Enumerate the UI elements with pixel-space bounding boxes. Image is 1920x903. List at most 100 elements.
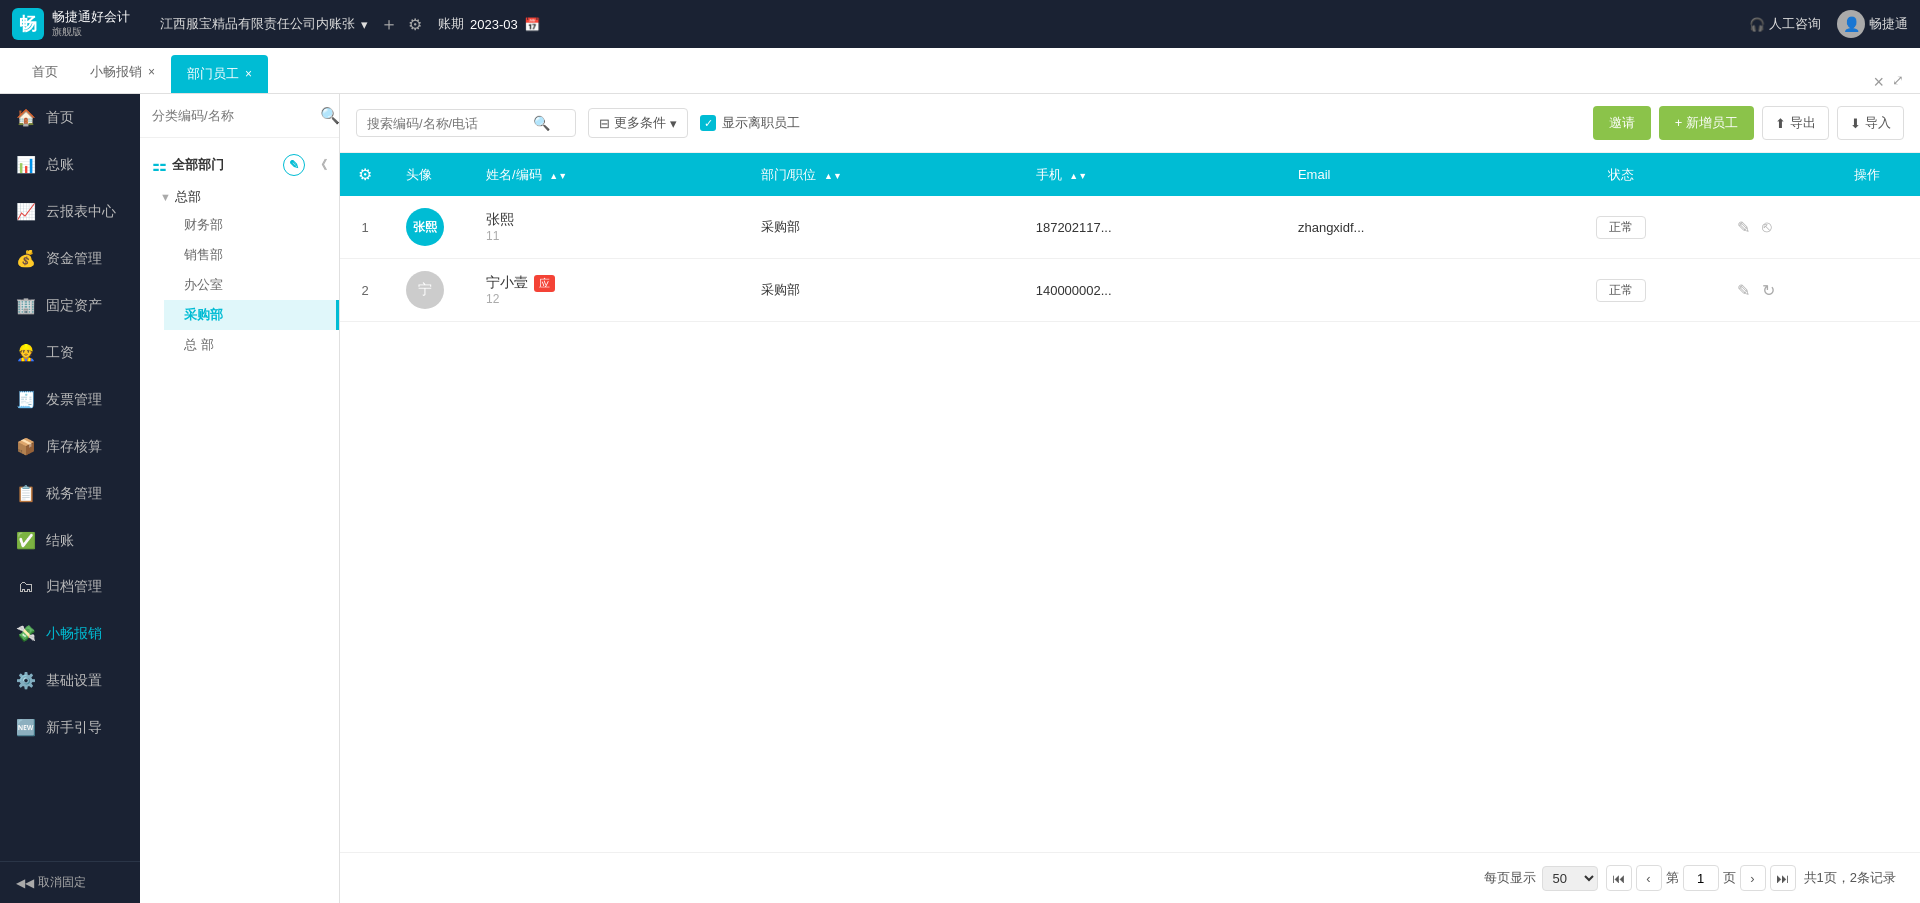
content-area: 🔍 ⚏ 全部部门 ✎ 《 ▼ 总部 财务部 销售部	[140, 94, 1920, 903]
headset-icon: 🎧	[1749, 17, 1765, 32]
sort-dept-icon: ▲▼	[824, 172, 842, 181]
consult-button[interactable]: 🎧 人工咨询	[1749, 15, 1821, 33]
search-icon[interactable]: 🔍	[533, 115, 550, 131]
page-input[interactable]	[1683, 865, 1719, 891]
pagination: 每页显示 50 20 100 ⏮ ‹ 第 页 › ⏭ 共1页，2条记录	[340, 852, 1920, 903]
nav-reports[interactable]: 📈 云报表中心	[0, 188, 140, 235]
row-name: 张熙 11	[470, 196, 745, 259]
add-employee-button[interactable]: + 新增员工	[1659, 106, 1754, 140]
nav-guide[interactable]: 🆕 新手引导	[0, 704, 140, 751]
tab-expense-close[interactable]: ×	[148, 65, 155, 79]
ledger-icon: 📊	[16, 155, 36, 174]
col-phone[interactable]: 手机 ▲▼	[1020, 153, 1282, 196]
col-dept[interactable]: 部门/职位 ▲▼	[745, 153, 1020, 196]
nav-tax[interactable]: 📋 税务管理	[0, 470, 140, 517]
dept-sub-tree: ▼ 总部 财务部 销售部 办公室 采购部 总 部	[140, 184, 339, 360]
resigned-checkbox[interactable]: ✓	[700, 115, 716, 131]
row-dept: 采购部	[745, 259, 1020, 322]
window-controls: × ⤢	[1873, 72, 1904, 93]
nav-settings[interactable]: ⚙️ 基础设置	[0, 657, 140, 704]
next-page-button[interactable]: ›	[1740, 865, 1766, 891]
row-status: 正常	[1521, 259, 1720, 322]
tab-employee-close[interactable]: ×	[245, 67, 252, 81]
per-page-select[interactable]: 50 20 100	[1542, 866, 1598, 891]
dept-item-finance[interactable]: 财务部	[164, 210, 339, 240]
col-name[interactable]: 姓名/编码 ▲▼	[470, 153, 745, 196]
dept-search-area: 🔍	[140, 94, 339, 138]
dept-search-icon[interactable]: 🔍	[320, 106, 340, 125]
dept-panel: 🔍 ⚏ 全部部门 ✎ 《 ▼ 总部 财务部 销售部	[140, 94, 340, 903]
import-button[interactable]: ⬇ 导入	[1837, 106, 1904, 140]
edit-icon[interactable]: ✎	[1737, 281, 1750, 300]
user-area[interactable]: 👤 畅捷通	[1837, 10, 1908, 38]
dept-item-purchase[interactable]: 采购部	[164, 300, 339, 330]
table-row: 1 张熙 张熙 11	[340, 196, 1920, 259]
tax-icon: 📋	[16, 484, 36, 503]
nav-invoice[interactable]: 🧾 发票管理	[0, 376, 140, 423]
col-status: 状态	[1521, 153, 1720, 196]
import-icon: ⬇	[1850, 116, 1861, 131]
dept-search-input[interactable]	[152, 108, 320, 123]
nav-funds[interactable]: 💰 资金管理	[0, 235, 140, 282]
expand-icon[interactable]: ⤢	[1892, 72, 1904, 93]
inventory-icon: 📦	[16, 437, 36, 456]
row-avatar: 宁	[390, 259, 470, 322]
nav-archive[interactable]: 🗂 归档管理	[0, 564, 140, 610]
edit-icon[interactable]: ✎	[1737, 218, 1750, 237]
cancel-fixed-button[interactable]: ◀◀ 取消固定	[0, 861, 140, 903]
employee-panel: 🔍 ⊟ 更多条件 ▾ ✓ 显示离职员工 邀请 + 新增员工 ⬆ 导出	[340, 94, 1920, 903]
tab-expense[interactable]: 小畅报销 ×	[74, 53, 171, 93]
col-actions: 操作	[1721, 153, 1920, 196]
tab-employee[interactable]: 部门员工 ×	[171, 55, 268, 93]
all-dept-header[interactable]: ⚏ 全部部门 ✎ 《	[140, 146, 339, 184]
row-email: zhangxidf...	[1282, 196, 1521, 259]
nav-ledger[interactable]: 📊 总账	[0, 141, 140, 188]
add-icon[interactable]: ＋	[380, 12, 398, 36]
pin-icon: ◀◀	[16, 876, 34, 890]
dept-item-sales[interactable]: 销售部	[164, 240, 339, 270]
tab-home[interactable]: 首页	[16, 53, 74, 93]
expand-triangle-icon: ▼	[160, 191, 171, 203]
col-settings[interactable]: ⚙	[340, 153, 390, 196]
close-icon[interactable]: ×	[1873, 72, 1884, 93]
dept-collapse-button[interactable]: 《	[315, 157, 327, 174]
assets-icon: 🏢	[16, 296, 36, 315]
calendar-icon[interactable]: 📅	[524, 17, 540, 32]
avatar-icon: 👤	[1837, 10, 1865, 38]
prev-page-button[interactable]: ‹	[1636, 865, 1662, 891]
nav-checkout[interactable]: ✅ 结账	[0, 517, 140, 564]
col-avatar: 头像	[390, 153, 470, 196]
grid-icon: ⚏	[152, 156, 166, 175]
nav-inventory[interactable]: 📦 库存核算	[0, 423, 140, 470]
settings-icon[interactable]: ⚙	[408, 15, 422, 34]
last-page-button[interactable]: ⏭	[1770, 865, 1796, 891]
dept-edit-button[interactable]: ✎	[283, 154, 305, 176]
show-resigned-toggle[interactable]: ✓ 显示离职员工	[700, 114, 800, 132]
logout-icon[interactable]: ⎋	[1762, 218, 1772, 236]
company-selector[interactable]: 江西服宝精品有限责任公司内账张 ▾	[160, 15, 368, 33]
logo-icon: 畅	[12, 8, 44, 40]
export-button[interactable]: ⬆ 导出	[1762, 106, 1829, 140]
home-icon: 🏠	[16, 108, 36, 127]
avatar: 张熙	[406, 208, 444, 246]
invite-button[interactable]: 邀请	[1593, 106, 1651, 140]
sort-phone-icon: ▲▼	[1069, 172, 1087, 181]
first-page-button[interactable]: ⏮	[1606, 865, 1632, 891]
row-dept: 采购部	[745, 196, 1020, 259]
refresh-icon[interactable]: ↻	[1762, 281, 1775, 300]
top-header: 畅 畅捷通好会计 旗舰版 江西服宝精品有限责任公司内账张 ▾ ＋ ⚙ 账期 20…	[0, 0, 1920, 48]
dept-item-office[interactable]: 办公室	[164, 270, 339, 300]
reports-icon: 📈	[16, 202, 36, 221]
logo-area: 畅 畅捷通好会计 旗舰版	[12, 8, 152, 40]
employee-search-input[interactable]	[367, 116, 527, 131]
employee-table-container: ⚙ 头像 姓名/编码 ▲▼ 部门/职位 ▲▼	[340, 153, 1920, 852]
filter-button[interactable]: ⊟ 更多条件 ▾	[588, 108, 688, 138]
nav-home[interactable]: 🏠 首页	[0, 94, 140, 141]
invoice-icon: 🧾	[16, 390, 36, 409]
nav-salary[interactable]: 👷 工资	[0, 329, 140, 376]
nav-expense-report[interactable]: 💸 小畅报销	[0, 610, 140, 657]
dept-item-general[interactable]: 总 部	[164, 330, 339, 360]
main-layout: 🏠 首页 📊 总账 📈 云报表中心 💰 资金管理 🏢 固定资产 👷 工资 🧾 发…	[0, 94, 1920, 903]
header-right: 🎧 人工咨询 👤 畅捷通	[1749, 10, 1908, 38]
nav-assets[interactable]: 🏢 固定资产	[0, 282, 140, 329]
